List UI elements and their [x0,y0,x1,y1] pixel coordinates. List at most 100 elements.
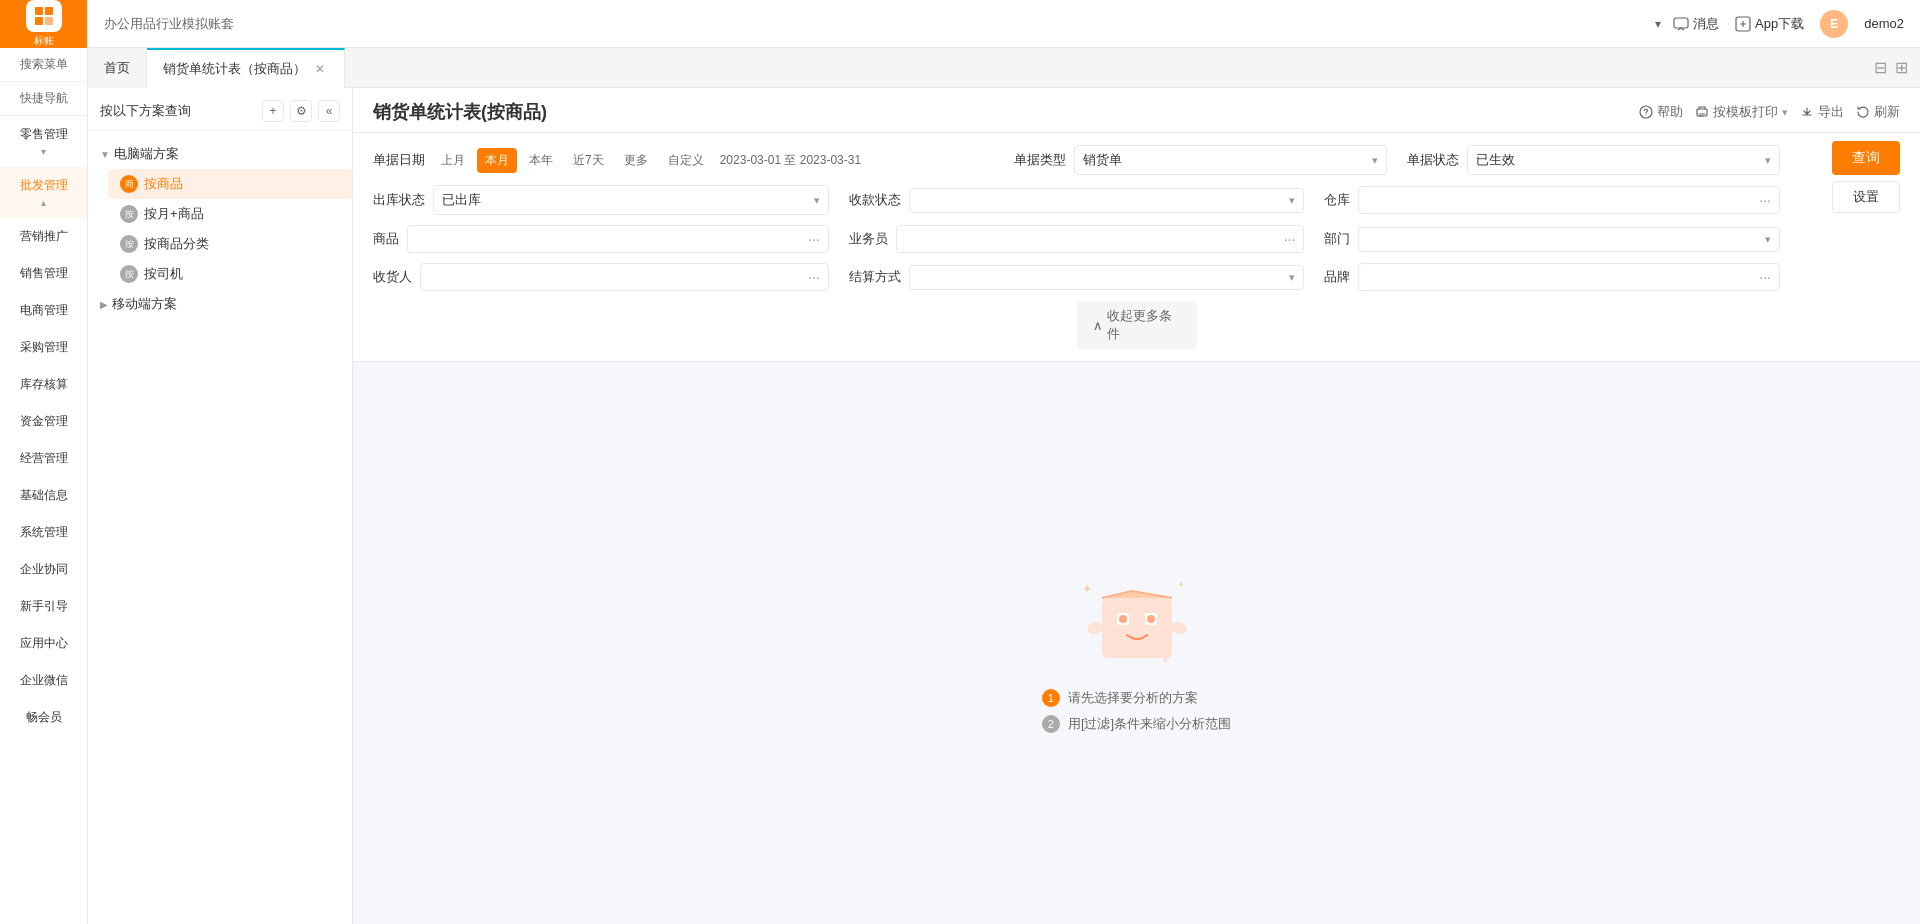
tab-close-icon[interactable]: ✕ [312,61,328,77]
settings-scheme-btn[interactable]: ⚙ [290,100,312,122]
filter-area: 单据日期 上月 本月 本年 近7天 更多 自定义 2023-03-01 至 20… [353,133,1920,362]
app-download-btn[interactable]: App下载 [1735,15,1804,33]
content-area: 按以下方案查询 + ⚙ « ▼ 电脑端方案 商 按商品 [88,88,1920,924]
svg-rect-3 [45,17,53,25]
sidebar-item-wholesale[interactable]: 批发管理 ▴ [0,167,87,218]
template-print-btn[interactable]: 按模板打印 ▾ [1695,103,1788,121]
refresh-btn[interactable]: 刷新 [1856,103,1900,121]
topbar-dropdown[interactable]: ▾ [1655,17,1661,31]
doc-status-control[interactable]: 已生效 ▾ [1467,145,1780,175]
sidebar-item-purchase[interactable]: 采购管理 [0,329,87,366]
doc-status-value: 已生效 [1476,151,1765,169]
sidebar-item-arrow: ▴ [41,197,46,208]
tree-child-by-product[interactable]: 商 按商品 [108,169,352,199]
storage-control[interactable]: ··· [1358,186,1780,214]
date-btn-more[interactable]: 更多 [616,148,656,173]
template-print-dropdown[interactable]: ▾ [1782,106,1788,119]
tab-home[interactable]: 首页 [88,48,147,88]
help-btn[interactable]: 帮助 [1639,103,1683,121]
filter-row-3: 商品 ··· 业务员 ··· [373,225,1900,253]
sidebar-item-operations[interactable]: 经营管理 [0,440,87,477]
date-btn-this-year[interactable]: 本年 [521,148,561,173]
date-btn-custom[interactable]: 自定义 [660,148,712,173]
user-name[interactable]: demo2 [1864,16,1904,31]
sidebar-item-marketing[interactable]: 营销推广 [0,218,87,255]
sidebar-item-enterprise[interactable]: 企业协同 [0,551,87,588]
topbar: 办公用品行业模拟账套 ▾ 消息 App下载 E demo2 [88,0,1920,48]
tabbar: 首页 销货单统计表（按商品） ✕ ⊟ ⊞ [88,48,1920,88]
settings-button[interactable]: 设置 [1832,181,1900,213]
app-logo[interactable]: 标账 [0,0,87,48]
app-download-label: App下载 [1755,15,1804,33]
date-btn-7days[interactable]: 近7天 [565,148,612,173]
sidebar-item-apps[interactable]: 应用中心 [0,625,87,662]
sidebar-item-system[interactable]: 系统管理 [0,514,87,551]
collapse-panel-btn[interactable]: « [318,100,340,122]
sidebar-item-ecommerce[interactable]: 电商管理 [0,292,87,329]
tree-child-by-month-product[interactable]: 按 按月+商品 [108,199,352,229]
doc-type-control[interactable]: 销货单 ▾ [1074,145,1387,175]
sidebar-item-label: 应用中心 [20,635,68,652]
date-label: 单据日期 [373,151,425,169]
date-btn-this-month[interactable]: 本月 [477,148,517,173]
sidebar-item-label: 销售管理 [20,265,68,282]
sidebar-item-retail[interactable]: 零售管理 ▾ [0,116,87,167]
brand-dots: ··· [1759,269,1771,285]
add-scheme-btn[interactable]: + [262,100,284,122]
tree-child-by-cashier[interactable]: 按 按司机 [108,259,352,289]
svg-rect-1 [45,7,53,15]
template-print-label: 按模板打印 [1713,103,1778,121]
sidebar-item-basic[interactable]: 基础信息 [0,477,87,514]
query-button[interactable]: 查询 [1832,141,1900,175]
tree-child-label: 按商品分类 [144,235,209,253]
hint-1-num: 1 [1042,689,1060,707]
tree-desktop-children: 商 按商品 按 按月+商品 按 按商品分类 按 按司机 [88,169,352,289]
product-control[interactable]: ··· [407,225,829,253]
payment-label: 收款状态 [849,191,901,209]
sidebar-item-finance[interactable]: 资金管理 [0,403,87,440]
page-header: 销货单统计表(按商品) 帮助 按模板打印 ▾ 导出 [353,88,1920,133]
brand-control[interactable]: ··· [1358,263,1780,291]
tree-child-label: 按司机 [144,265,183,283]
hint-1: 1 请先选择要分析的方案 [1042,689,1231,707]
tab-report[interactable]: 销货单统计表（按商品） ✕ [147,48,345,88]
sidebar-item-arrow: ▾ [41,146,46,157]
sidebar-item-wechat[interactable]: 企业微信 [0,662,87,699]
refresh-label: 刷新 [1874,103,1900,121]
export-btn[interactable]: 导出 [1800,103,1844,121]
svg-rect-8 [1697,109,1707,116]
brand-label: 品牌 [1324,268,1350,286]
filter-doc-type: 单据类型 销货单 ▾ [1014,145,1387,175]
tree-child-by-category[interactable]: 按 按商品分类 [108,229,352,259]
sidebar-item-sales[interactable]: 销售管理 [0,255,87,292]
sidebar-quick-nav[interactable]: 快捷导航 [0,82,87,116]
left-panel-title: 按以下方案查询 [100,102,256,120]
tree-child-label: 按月+商品 [144,205,204,223]
payment-control[interactable]: ▾ [909,188,1305,213]
filter-department: 部门 ▾ [1324,227,1780,252]
svg-text:✦: ✦ [1177,579,1185,590]
department-control[interactable]: ▾ [1358,227,1780,252]
tab-minimize-icon[interactable]: ⊟ [1874,58,1887,77]
tab-expand-actions: ⊟ ⊞ [1862,58,1920,77]
tree-desktop-label: 电脑端方案 [114,145,179,163]
filter-row-4: 收货人 ··· 结算方式 ▾ [373,263,1900,291]
collapse-btn[interactable]: ∧ 收起更多条件 [1077,301,1197,349]
user-avatar[interactable]: E [1820,10,1848,38]
warehouse-control[interactable]: 已出库 ▾ [433,185,829,215]
tab-report-label: 销货单统计表（按商品） [163,60,306,78]
sidebar-item-inventory[interactable]: 库存核算 [0,366,87,403]
date-btn-last-month[interactable]: 上月 [433,148,473,173]
left-panel-icons: + ⚙ « [262,100,340,122]
sidebar-search[interactable]: 搜索菜单 [0,48,87,82]
tree-desktop-parent[interactable]: ▼ 电脑端方案 [88,139,352,169]
sidebar-item-member[interactable]: 畅会员 [0,699,87,736]
salesman-control[interactable]: ··· [896,225,1305,253]
svg-point-14 [1085,620,1104,637]
sidebar-item-newbie[interactable]: 新手引导 [0,588,87,625]
settlement-control[interactable]: ▾ [909,265,1305,290]
message-btn[interactable]: 消息 [1673,15,1719,33]
consignee-control[interactable]: ··· [420,263,829,291]
tree-mobile-parent[interactable]: ▶ 移动端方案 [88,289,352,319]
tab-maximize-icon[interactable]: ⊞ [1895,58,1908,77]
